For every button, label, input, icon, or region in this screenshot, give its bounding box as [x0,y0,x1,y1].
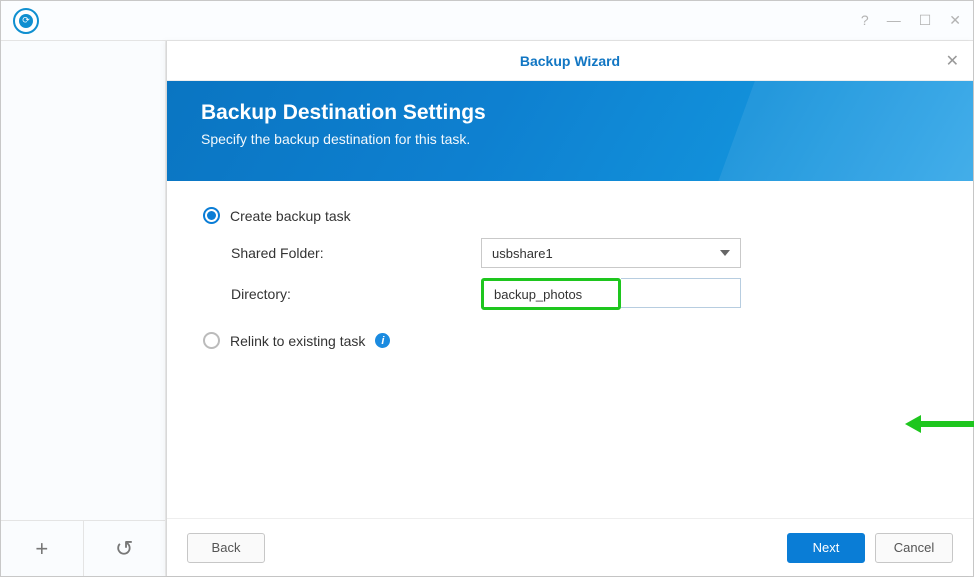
radio-dot-icon [207,211,216,220]
app-frame: ⟳ ? — ☐ ✕ + ↺ Backup Wizard ✕ [0,0,974,577]
directory-row: Directory: [231,278,937,310]
cancel-button[interactable]: Cancel [875,533,953,563]
modal-footer: Back Next Cancel [167,518,973,576]
history-icon: ↺ [115,536,133,562]
back-button[interactable]: Back [187,533,265,563]
directory-input[interactable] [484,281,618,307]
footer-right: Next Cancel [787,533,953,563]
wizard-modal: Backup Wizard ✕ Backup Destination Setti… [166,41,973,576]
shared-folder-value: usbshare1 [492,246,553,261]
close-window-icon[interactable]: ✕ [949,12,961,29]
next-button[interactable]: Next [787,533,865,563]
directory-control [481,278,741,310]
shared-folder-select[interactable]: usbshare1 [481,238,741,268]
modal-titlebar: Backup Wizard ✕ [167,41,973,81]
app-body: + ↺ Backup Wizard ✕ Backup Destination S… [1,41,973,576]
arrow-annotation [905,415,974,433]
shared-folder-control: usbshare1 [481,238,741,268]
radio-create-label: Create backup task [230,208,351,224]
plus-icon: + [35,536,48,562]
app-topbar: ⟳ ? — ☐ ✕ [1,1,973,41]
banner-subtitle: Specify the backup destination for this … [201,131,939,147]
info-icon[interactable]: i [375,333,390,348]
help-icon[interactable]: ? [861,12,869,29]
sidebar-bottom: + ↺ [1,520,165,576]
window-controls: ? — ☐ ✕ [861,12,961,29]
app-logo-area: ⟳ [13,8,39,34]
radio-relink-indicator[interactable] [203,332,220,349]
modal-banner: Backup Destination Settings Specify the … [167,81,973,181]
modal-close-icon[interactable]: ✕ [946,51,959,71]
banner-title: Backup Destination Settings [201,101,939,125]
shared-folder-label: Shared Folder: [231,245,481,261]
add-task-button[interactable]: + [1,521,84,576]
minimize-icon[interactable]: — [887,12,901,29]
history-button[interactable]: ↺ [84,521,166,576]
radio-create-indicator[interactable] [203,207,220,224]
app-logo-inner-icon: ⟳ [19,14,33,28]
directory-highlight-annotation [481,278,621,310]
radio-relink-task[interactable]: Relink to existing task i [203,332,937,349]
modal-title: Backup Wizard [520,53,620,69]
radio-relink-label: Relink to existing task [230,333,365,349]
shared-folder-row: Shared Folder: usbshare1 [231,238,937,268]
app-logo-icon: ⟳ [13,8,39,34]
directory-input-extension[interactable] [621,278,741,308]
maximize-icon[interactable]: ☐ [919,12,932,29]
sidebar: + ↺ [1,41,166,576]
arrow-line-icon [921,421,974,427]
modal-content: Create backup task Shared Folder: usbsha… [167,181,973,518]
chevron-down-icon [720,250,730,256]
directory-label: Directory: [231,286,481,302]
radio-create-task[interactable]: Create backup task [203,207,937,224]
arrow-head-icon [905,415,921,433]
